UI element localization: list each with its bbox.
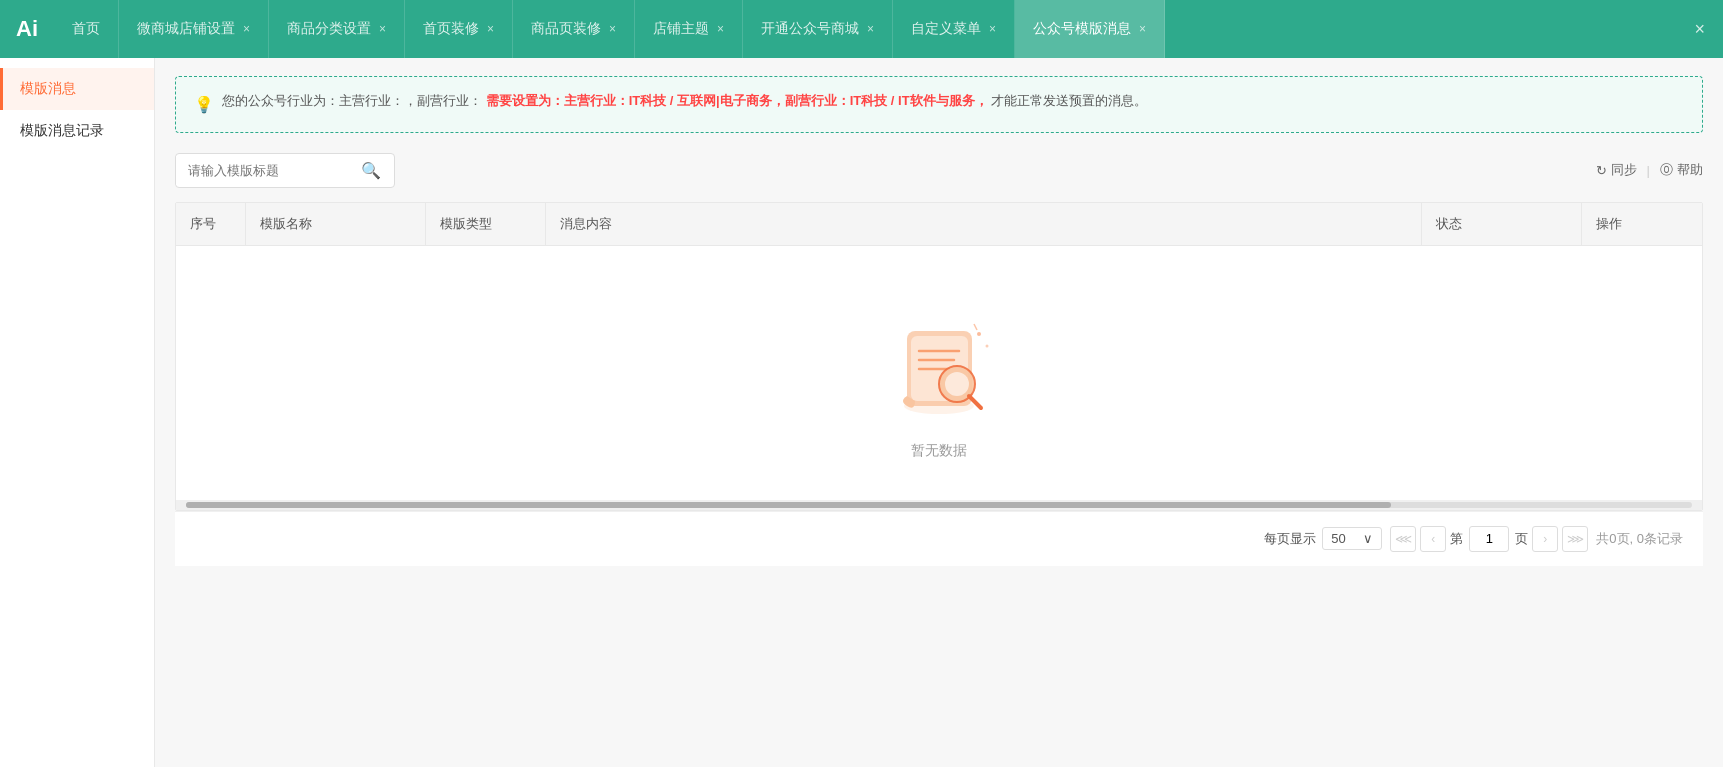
last-page-button[interactable]: ⋙ bbox=[1562, 526, 1588, 552]
sidebar: 模版消息模版消息记录 bbox=[0, 58, 155, 767]
close-all-button[interactable]: × bbox=[1676, 0, 1723, 58]
svg-point-10 bbox=[986, 344, 989, 347]
tab-item-home[interactable]: 首页 bbox=[54, 0, 119, 58]
help-icon: ⓪ bbox=[1660, 161, 1673, 179]
content-area: 💡 您的公众号行业为：主营行业：，副营行业： 需要设置为：主营行业：IT科技 /… bbox=[155, 58, 1723, 767]
prev-page-button[interactable]: ‹ bbox=[1420, 526, 1446, 552]
page-size-select: 每页显示 50 ∨ bbox=[1264, 527, 1382, 550]
tab-label: 自定义菜单 bbox=[911, 20, 981, 38]
chevron-down-icon: ∨ bbox=[1363, 531, 1373, 546]
tab-item-weishop[interactable]: 微商城店铺设置 × bbox=[119, 0, 269, 58]
scroll-thumb bbox=[186, 502, 1391, 508]
tab-label: 商品分类设置 bbox=[287, 20, 371, 38]
tab-label: 首页装修 bbox=[423, 20, 479, 38]
svg-point-9 bbox=[977, 332, 981, 336]
first-page-button[interactable]: ⋘ bbox=[1390, 526, 1416, 552]
per-page-dropdown[interactable]: 50 ∨ bbox=[1322, 527, 1382, 550]
tab-item-custommenu[interactable]: 自定义菜单 × bbox=[893, 0, 1015, 58]
th-status: 状态 bbox=[1422, 203, 1582, 245]
search-input[interactable] bbox=[176, 156, 351, 185]
empty-state: 暂无数据 bbox=[176, 246, 1702, 500]
search-bar: 🔍 ↻ 同步 | ⓪ 帮助 bbox=[175, 153, 1703, 188]
tab-label: 店铺主题 bbox=[653, 20, 709, 38]
scroll-track bbox=[186, 502, 1692, 508]
tab-close-button[interactable]: × bbox=[487, 22, 494, 36]
tab-close-button[interactable]: × bbox=[989, 22, 996, 36]
th-action: 操作 bbox=[1582, 203, 1702, 245]
tab-bar: Ai 首页微商城店铺设置×商品分类设置×首页装修×商品页装修×店铺主题×开通公众… bbox=[0, 0, 1723, 58]
empty-icon bbox=[879, 306, 999, 426]
search-button[interactable]: 🔍 bbox=[351, 154, 391, 187]
table: 序号模版名称模版类型消息内容状态操作 bbox=[175, 202, 1703, 511]
empty-text: 暂无数据 bbox=[911, 442, 967, 460]
pagination: 每页显示 50 ∨ ⋘ ‹ 第 页 › ⋙ 共0页, 0条记录 bbox=[175, 511, 1703, 566]
tab-close-button[interactable]: × bbox=[379, 22, 386, 36]
sync-icon: ↻ bbox=[1596, 163, 1607, 178]
next-page-button[interactable]: › bbox=[1532, 526, 1558, 552]
help-button[interactable]: ⓪ 帮助 bbox=[1660, 161, 1703, 179]
tab-label: 开通公众号商城 bbox=[761, 20, 859, 38]
tab-item-productpage[interactable]: 商品页装修 × bbox=[513, 0, 635, 58]
page-current: 第 页 bbox=[1450, 526, 1528, 552]
tab-close-button[interactable]: × bbox=[1139, 22, 1146, 36]
page-nav: ⋘ ‹ 第 页 › ⋙ bbox=[1390, 526, 1588, 552]
tab-item-mall[interactable]: 开通公众号商城 × bbox=[743, 0, 893, 58]
notice-text: 您的公众号行业为：主营行业：，副营行业： 需要设置为：主营行业：IT科技 / 互… bbox=[222, 91, 1147, 112]
tab-close-button[interactable]: × bbox=[609, 22, 616, 36]
tab-label: 商品页装修 bbox=[531, 20, 601, 38]
tab-item-templateMsg[interactable]: 公众号模版消息 × bbox=[1015, 0, 1165, 58]
sync-button[interactable]: ↻ 同步 bbox=[1596, 161, 1637, 179]
th-content: 消息内容 bbox=[546, 203, 1422, 245]
tab-item-category[interactable]: 商品分类设置 × bbox=[269, 0, 405, 58]
app-logo: Ai bbox=[0, 0, 54, 58]
notice-banner: 💡 您的公众号行业为：主营行业：，副营行业： 需要设置为：主营行业：IT科技 /… bbox=[175, 76, 1703, 133]
tab-close-button[interactable]: × bbox=[867, 22, 874, 36]
svg-point-7 bbox=[945, 372, 969, 396]
tab-label: 首页 bbox=[72, 20, 100, 38]
tab-item-homepage[interactable]: 首页装修 × bbox=[405, 0, 513, 58]
table-scrollbar[interactable] bbox=[176, 500, 1702, 510]
bulb-icon: 💡 bbox=[194, 92, 214, 118]
tab-close-button[interactable]: × bbox=[717, 22, 724, 36]
sidebar-item-template-msg-log[interactable]: 模版消息记录 bbox=[0, 110, 154, 152]
main-layout: 模版消息模版消息记录 💡 您的公众号行业为：主营行业：，副营行业： 需要设置为：… bbox=[0, 58, 1723, 767]
search-input-wrap: 🔍 bbox=[175, 153, 395, 188]
search-actions: ↻ 同步 | ⓪ 帮助 bbox=[1596, 161, 1703, 179]
svg-line-11 bbox=[974, 324, 977, 330]
page-total: 共0页, 0条记录 bbox=[1596, 530, 1683, 548]
sidebar-item-template-msg[interactable]: 模版消息 bbox=[0, 68, 154, 110]
divider: | bbox=[1647, 163, 1650, 178]
tab-label: 微商城店铺设置 bbox=[137, 20, 235, 38]
page-number-input[interactable] bbox=[1469, 526, 1509, 552]
th-seq: 序号 bbox=[176, 203, 246, 245]
th-type: 模版类型 bbox=[426, 203, 546, 245]
tab-item-theme[interactable]: 店铺主题 × bbox=[635, 0, 743, 58]
th-name: 模版名称 bbox=[246, 203, 426, 245]
tab-close-button[interactable]: × bbox=[243, 22, 250, 36]
tab-label: 公众号模版消息 bbox=[1033, 20, 1131, 38]
table-header: 序号模版名称模版类型消息内容状态操作 bbox=[176, 203, 1702, 246]
